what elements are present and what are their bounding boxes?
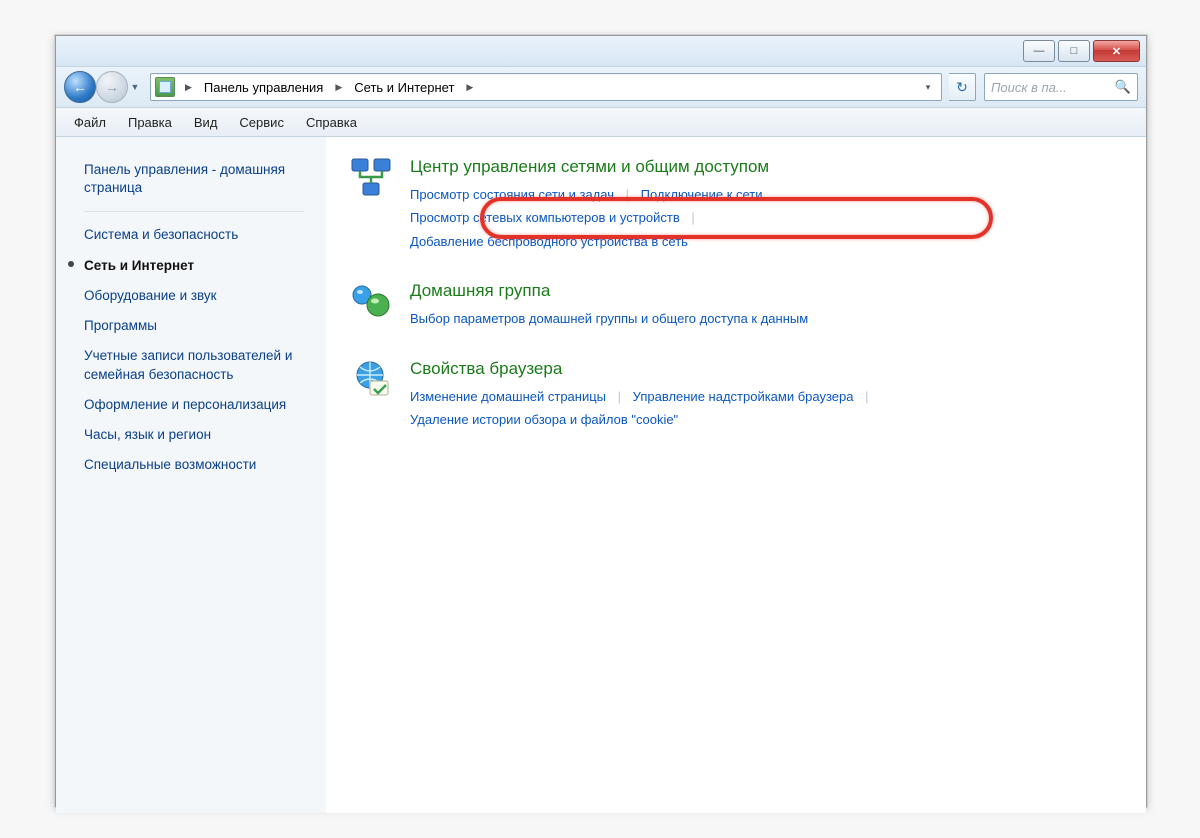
menu-service[interactable]: Сервис [229,112,294,133]
link-internet-options[interactable]: Свойства браузера [410,359,562,378]
link-network-sharing-center[interactable]: Центр управления сетями и общим доступом [410,157,769,176]
link-homegroup[interactable]: Домашняя группа [410,281,550,300]
link-view-computers[interactable]: Просмотр сетевых компьютеров и устройств [410,210,680,225]
section-body: Центр управления сетями и общим доступом… [410,157,1122,253]
internet-options-icon [350,359,392,401]
sidebar-item-user-accounts[interactable]: Учетные записи пользователей и семейная … [84,341,304,389]
sidebar-home[interactable]: Панель управления - домашняя страница [84,155,304,203]
sub-links: Просмотр состояния сети и задач | Подклю… [410,183,1122,253]
sidebar-item-programs[interactable]: Программы [84,311,304,341]
menu-file[interactable]: Файл [64,112,116,133]
window: — □ ✕ ← → ▼ ▶ Панель управления ▶ Сеть и… [55,35,1147,807]
menu-bar: Файл Правка Вид Сервис Справка [56,108,1146,137]
sidebar-separator [84,211,304,212]
menu-view[interactable]: Вид [184,112,228,133]
search-placeholder: Поиск в па... [991,80,1067,95]
menu-edit[interactable]: Правка [118,112,182,133]
separator: | [618,187,637,202]
address-bar[interactable]: ▶ Панель управления ▶ Сеть и Интернет ▶ … [150,73,942,101]
link-homegroup-settings[interactable]: Выбор параметров домашней группы и общег… [410,311,808,326]
close-button[interactable]: ✕ [1093,40,1140,62]
titlebar: — □ ✕ [56,36,1146,67]
separator: | [857,389,876,404]
search-icon: 🔍 [1115,79,1131,95]
link-add-wireless[interactable]: Добавление беспроводного устройства в се… [410,234,688,249]
section-body: Свойства браузера Изменение домашней стр… [410,359,1122,432]
address-dropdown[interactable]: ▾ [919,82,937,93]
chevron-right-icon: ▶ [460,82,479,93]
refresh-button[interactable]: ↻ [949,73,976,101]
maximize-button[interactable]: □ [1058,40,1090,62]
menu-help[interactable]: Справка [296,112,367,133]
arrow-left-icon: ← [73,79,87,95]
history-dropdown[interactable]: ▼ [128,77,142,97]
forward-button[interactable]: → [96,71,128,103]
sidebar-item-clock-lang[interactable]: Часы, язык и регион [84,420,304,450]
section-body: Домашняя группа Выбор параметров домашне… [410,281,1122,330]
sidebar-item-system-security[interactable]: Система и безопасность [84,220,304,250]
sidebar-item-appearance[interactable]: Оформление и персонализация [84,390,304,420]
sub-links: Выбор параметров домашней группы и общег… [410,307,1122,330]
section-network-sharing: Центр управления сетями и общим доступом… [350,157,1122,253]
section-internet-options: Свойства браузера Изменение домашней стр… [350,359,1122,432]
control-panel-icon [155,77,175,97]
sidebar-item-network-internet[interactable]: Сеть и Интернет [84,251,304,281]
arrow-right-icon: → [105,79,119,95]
network-icon [350,157,392,199]
sidebar-item-hardware-sound[interactable]: Оборудование и звук [84,281,304,311]
content: Центр управления сетями и общим доступом… [326,137,1146,813]
section-homegroup: Домашняя группа Выбор параметров домашне… [350,281,1122,330]
homegroup-icon [350,281,392,323]
search-input[interactable]: Поиск в па... 🔍 [984,73,1138,101]
sub-links: Изменение домашней страницы | Управление… [410,385,1122,432]
chevron-right-icon: ▶ [329,82,348,93]
link-connect-network[interactable]: Подключение к сети [641,187,763,202]
chevron-right-icon: ▶ [179,82,198,93]
window-controls: — □ ✕ [1023,40,1140,62]
breadcrumb-root[interactable]: Панель управления [202,80,325,95]
breadcrumb-current[interactable]: Сеть и Интернет [352,80,456,95]
link-manage-addons[interactable]: Управление надстройками браузера [633,389,854,404]
sidebar-item-accessibility[interactable]: Специальные возможности [84,450,304,480]
link-delete-history[interactable]: Удаление истории обзора и файлов "cookie… [410,412,678,427]
minimize-button[interactable]: — [1023,40,1055,62]
body: Панель управления - домашняя страница Си… [56,137,1146,813]
link-view-status[interactable]: Просмотр состояния сети и задач [410,187,614,202]
nav-arrows: ← → ▼ [64,71,142,103]
nav-row: ← → ▼ ▶ Панель управления ▶ Сеть и Интер… [56,67,1146,108]
refresh-icon: ↻ [956,79,968,96]
link-change-homepage[interactable]: Изменение домашней страницы [410,389,606,404]
sidebar: Панель управления - домашняя страница Си… [56,137,326,813]
separator: | [683,210,702,225]
separator: | [610,389,629,404]
back-button[interactable]: ← [64,71,96,103]
